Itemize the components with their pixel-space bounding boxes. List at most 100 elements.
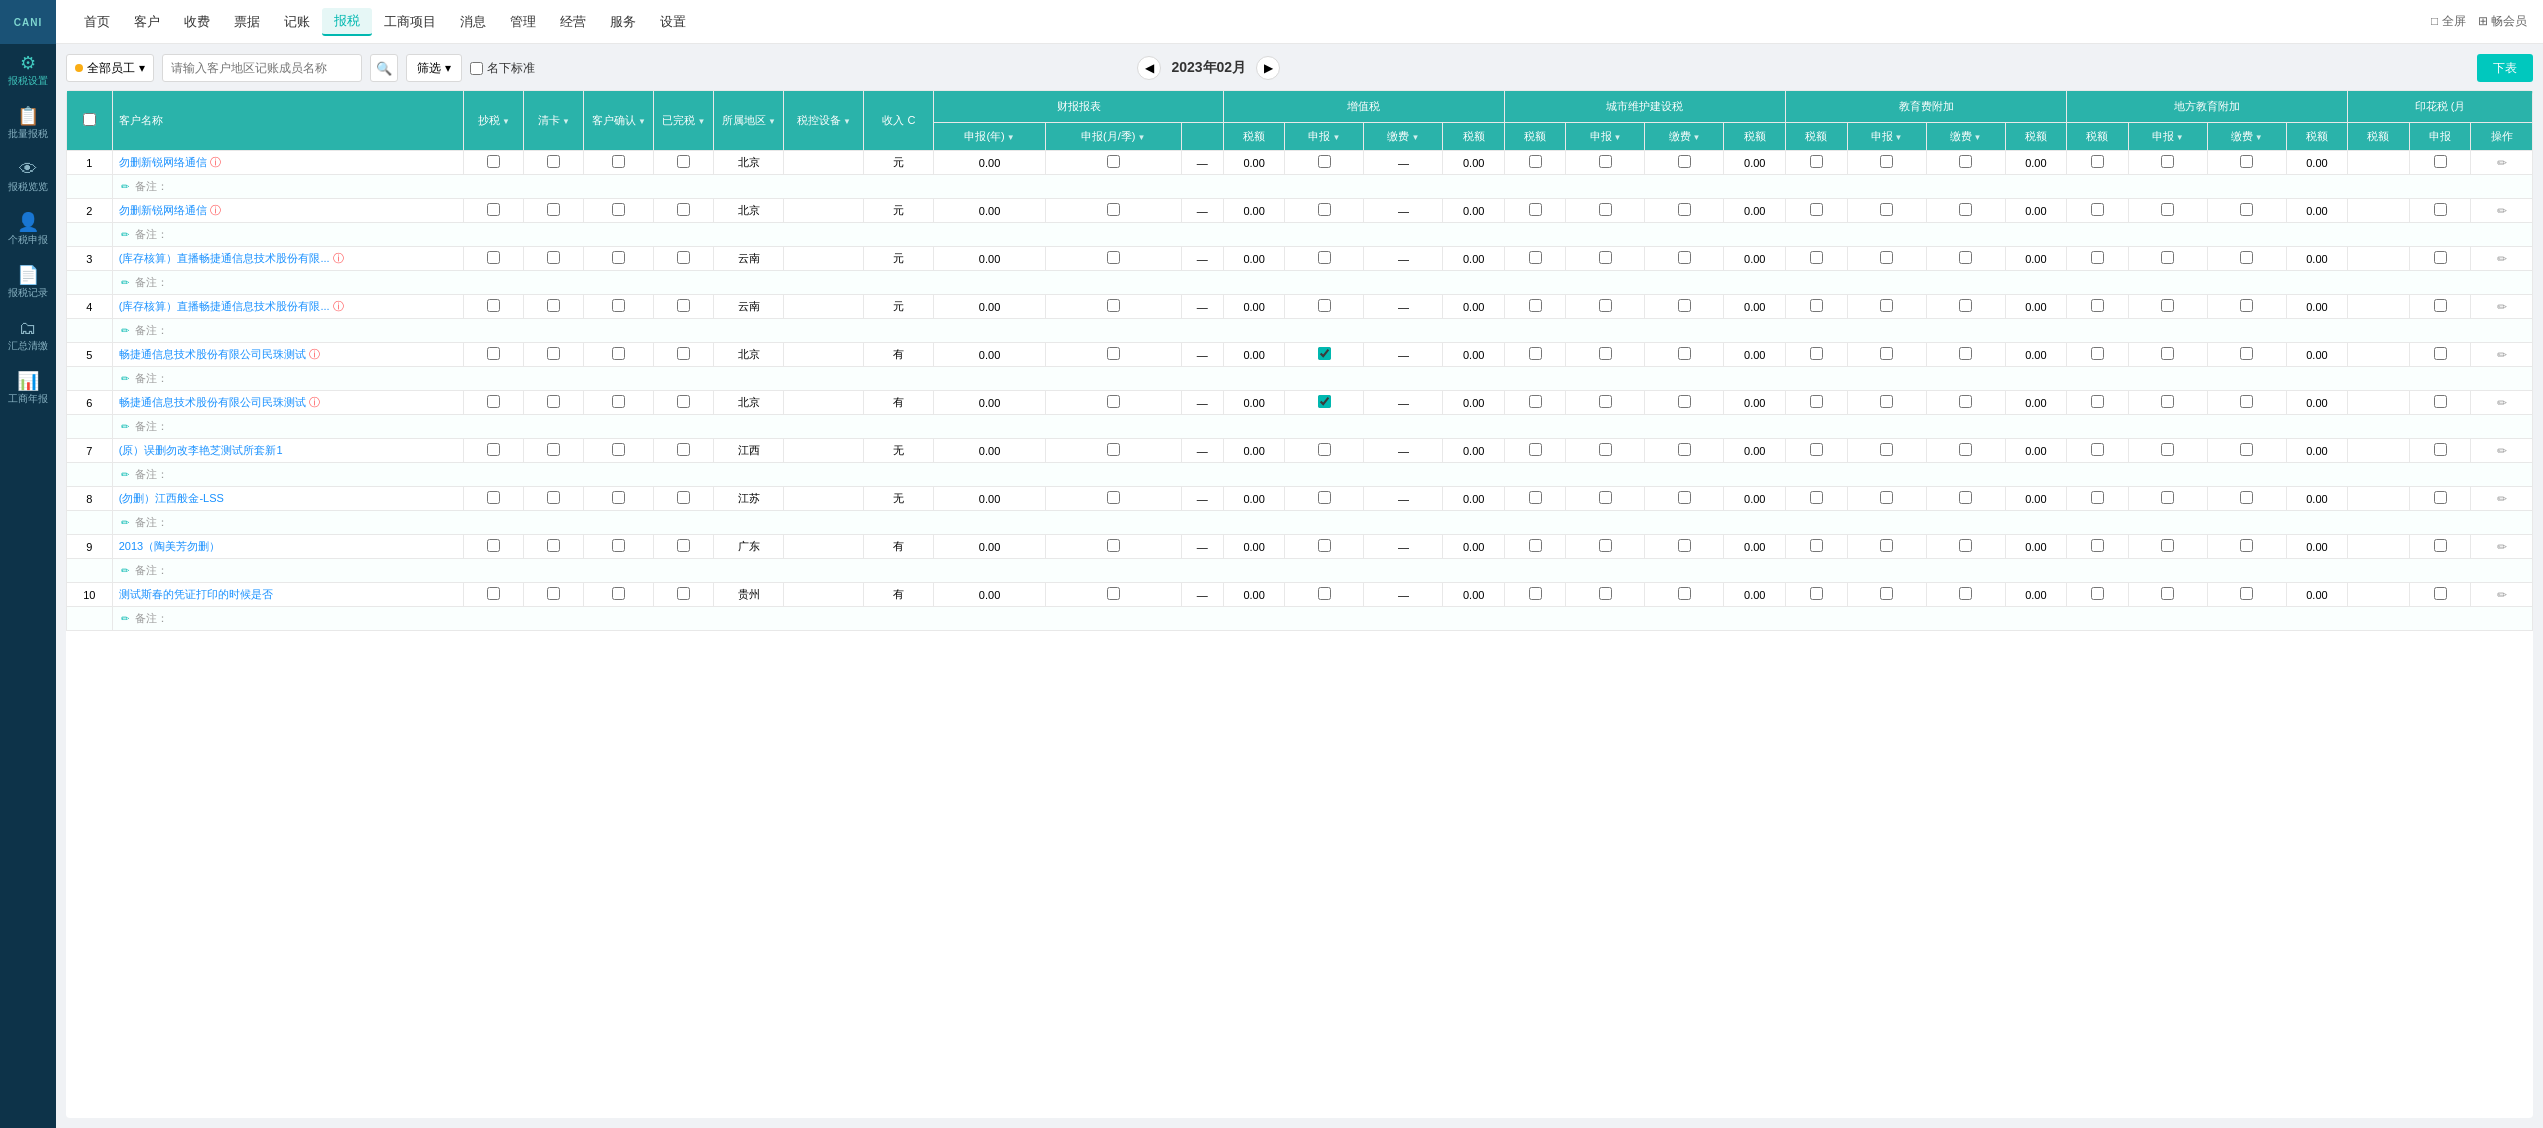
sidebar-item-baoshuilan[interactable]: 👁 报税览览 bbox=[0, 150, 56, 203]
row-dfjy-cb[interactable] bbox=[2067, 199, 2129, 223]
note-cell[interactable]: ✏ 备注： bbox=[112, 415, 2532, 439]
row-dfjy-cb[interactable] bbox=[2067, 151, 2129, 175]
row-confirm[interactable] bbox=[584, 343, 654, 367]
row-jyf-cb2[interactable] bbox=[1847, 583, 1926, 607]
row-dfjy-cb3[interactable] bbox=[2207, 343, 2286, 367]
row-qingka[interactable] bbox=[524, 343, 584, 367]
nav-service[interactable]: 服务 bbox=[598, 9, 648, 35]
row-csw-cb[interactable] bbox=[1504, 247, 1566, 271]
row-jyf-cb3[interactable] bbox=[1926, 487, 2005, 511]
row-jyf-cb2[interactable] bbox=[1847, 391, 1926, 415]
row-declared[interactable] bbox=[654, 439, 714, 463]
note-cell[interactable]: ✏ 备注： bbox=[112, 367, 2532, 391]
row-zzs-cb1[interactable] bbox=[1285, 199, 1364, 223]
row-jyf-cb3[interactable] bbox=[1926, 151, 2005, 175]
row-zzs-cb1[interactable] bbox=[1285, 343, 1364, 367]
row-dfjy-cb2[interactable] bbox=[2128, 583, 2207, 607]
row-qingka[interactable] bbox=[524, 391, 584, 415]
row-jyf-cb2[interactable] bbox=[1847, 199, 1926, 223]
row-edit[interactable]: ✏ bbox=[2471, 535, 2533, 559]
row-csw-cb3[interactable] bbox=[1645, 295, 1724, 319]
sidebar-item-baoshuishezhi[interactable]: ⚙ 报税设置 bbox=[0, 44, 56, 97]
row-edit[interactable]: ✏ bbox=[2471, 199, 2533, 223]
row-jyf-cb2[interactable] bbox=[1847, 439, 1926, 463]
row-confirm[interactable] bbox=[584, 487, 654, 511]
row-zzs-cb1[interactable] bbox=[1285, 583, 1364, 607]
row-jyf-cb3[interactable] bbox=[1926, 343, 2005, 367]
row-ys-cb[interactable] bbox=[2409, 151, 2471, 175]
row-ys-cb[interactable] bbox=[2409, 247, 2471, 271]
row-declared[interactable] bbox=[654, 151, 714, 175]
row-jyf-cb3[interactable] bbox=[1926, 391, 2005, 415]
row-edit[interactable]: ✏ bbox=[2471, 247, 2533, 271]
row-csw-cb2[interactable] bbox=[1566, 535, 1645, 559]
nav-manage[interactable]: 管理 bbox=[498, 9, 548, 35]
row-zzs-cb1[interactable] bbox=[1285, 487, 1364, 511]
row-qingka[interactable] bbox=[524, 199, 584, 223]
download-button[interactable]: 下表 bbox=[2477, 54, 2533, 82]
row-confirm[interactable] bbox=[584, 439, 654, 463]
row-jyf-cb2[interactable] bbox=[1847, 151, 1926, 175]
edit-icon[interactable]: ✏ bbox=[2497, 204, 2507, 218]
row-qingka[interactable] bbox=[524, 583, 584, 607]
row-dfjy-cb3[interactable] bbox=[2207, 583, 2286, 607]
nav-tax[interactable]: 报税 bbox=[322, 8, 372, 36]
sidebar-item-nianbao[interactable]: 📊 工商年报 bbox=[0, 362, 56, 415]
company-name[interactable]: 畅捷通信息技术股份有限公司民珠测试ⓘ bbox=[112, 391, 464, 415]
row-csw-cb[interactable] bbox=[1504, 391, 1566, 415]
row-jyf-cb[interactable] bbox=[1786, 343, 1848, 367]
row-confirm[interactable] bbox=[584, 583, 654, 607]
row-edit[interactable]: ✏ bbox=[2471, 343, 2533, 367]
row-caiwu-cb1[interactable] bbox=[1045, 247, 1181, 271]
row-chaoshui[interactable] bbox=[464, 391, 524, 415]
edit-icon[interactable]: ✏ bbox=[2497, 588, 2507, 602]
row-edit[interactable]: ✏ bbox=[2471, 583, 2533, 607]
row-csw-cb3[interactable] bbox=[1645, 439, 1724, 463]
sidebar-item-jilu[interactable]: 📄 报税记录 bbox=[0, 256, 56, 309]
row-dfjy-cb2[interactable] bbox=[2128, 199, 2207, 223]
row-dfjy-cb2[interactable] bbox=[2128, 151, 2207, 175]
row-dfjy-cb[interactable] bbox=[2067, 295, 2129, 319]
named-checkbox[interactable] bbox=[470, 62, 483, 75]
row-ys-cb[interactable] bbox=[2409, 439, 2471, 463]
row-ys-cb[interactable] bbox=[2409, 535, 2471, 559]
row-jyf-cb2[interactable] bbox=[1847, 535, 1926, 559]
row-dfjy-cb[interactable] bbox=[2067, 391, 2129, 415]
row-dfjy-cb2[interactable] bbox=[2128, 535, 2207, 559]
row-caiwu-cb1[interactable] bbox=[1045, 391, 1181, 415]
row-dfjy-cb2[interactable] bbox=[2128, 487, 2207, 511]
row-declared[interactable] bbox=[654, 391, 714, 415]
row-csw-cb2[interactable] bbox=[1566, 199, 1645, 223]
row-csw-cb[interactable] bbox=[1504, 487, 1566, 511]
company-name[interactable]: (原）误删勿改李艳芝测试所套新1 bbox=[112, 439, 464, 463]
row-chaoshui[interactable] bbox=[464, 535, 524, 559]
row-jyf-cb[interactable] bbox=[1786, 583, 1848, 607]
row-ys-cb[interactable] bbox=[2409, 487, 2471, 511]
row-edit[interactable]: ✏ bbox=[2471, 439, 2533, 463]
nav-fee[interactable]: 收费 bbox=[172, 9, 222, 35]
row-chaoshui[interactable] bbox=[464, 247, 524, 271]
row-jyf-cb3[interactable] bbox=[1926, 439, 2005, 463]
select-all-checkbox[interactable] bbox=[83, 113, 96, 126]
note-cell[interactable]: ✏ 备注： bbox=[112, 511, 2532, 535]
row-csw-cb2[interactable] bbox=[1566, 151, 1645, 175]
row-dfjy-cb2[interactable] bbox=[2128, 295, 2207, 319]
checkbox-label[interactable]: 名下标准 bbox=[470, 60, 535, 77]
row-dfjy-cb3[interactable] bbox=[2207, 535, 2286, 559]
row-confirm[interactable] bbox=[584, 151, 654, 175]
row-caiwu-cb1[interactable] bbox=[1045, 583, 1181, 607]
row-confirm[interactable] bbox=[584, 391, 654, 415]
company-name[interactable]: 测试斯春的凭证打印的时候是否 bbox=[112, 583, 464, 607]
row-jyf-cb[interactable] bbox=[1786, 199, 1848, 223]
note-cell[interactable]: ✏ 备注： bbox=[112, 175, 2532, 199]
row-jyf-cb2[interactable] bbox=[1847, 247, 1926, 271]
row-dfjy-cb3[interactable] bbox=[2207, 151, 2286, 175]
note-cell[interactable]: ✏ 备注： bbox=[112, 223, 2532, 247]
row-declared[interactable] bbox=[654, 535, 714, 559]
row-chaoshui[interactable] bbox=[464, 487, 524, 511]
company-name[interactable]: 勿删新锐网络通信ⓘ bbox=[112, 151, 464, 175]
note-cell[interactable]: ✏ 备注： bbox=[112, 607, 2532, 631]
row-ys-cb[interactable] bbox=[2409, 295, 2471, 319]
row-csw-cb3[interactable] bbox=[1645, 199, 1724, 223]
row-chaoshui[interactable] bbox=[464, 583, 524, 607]
